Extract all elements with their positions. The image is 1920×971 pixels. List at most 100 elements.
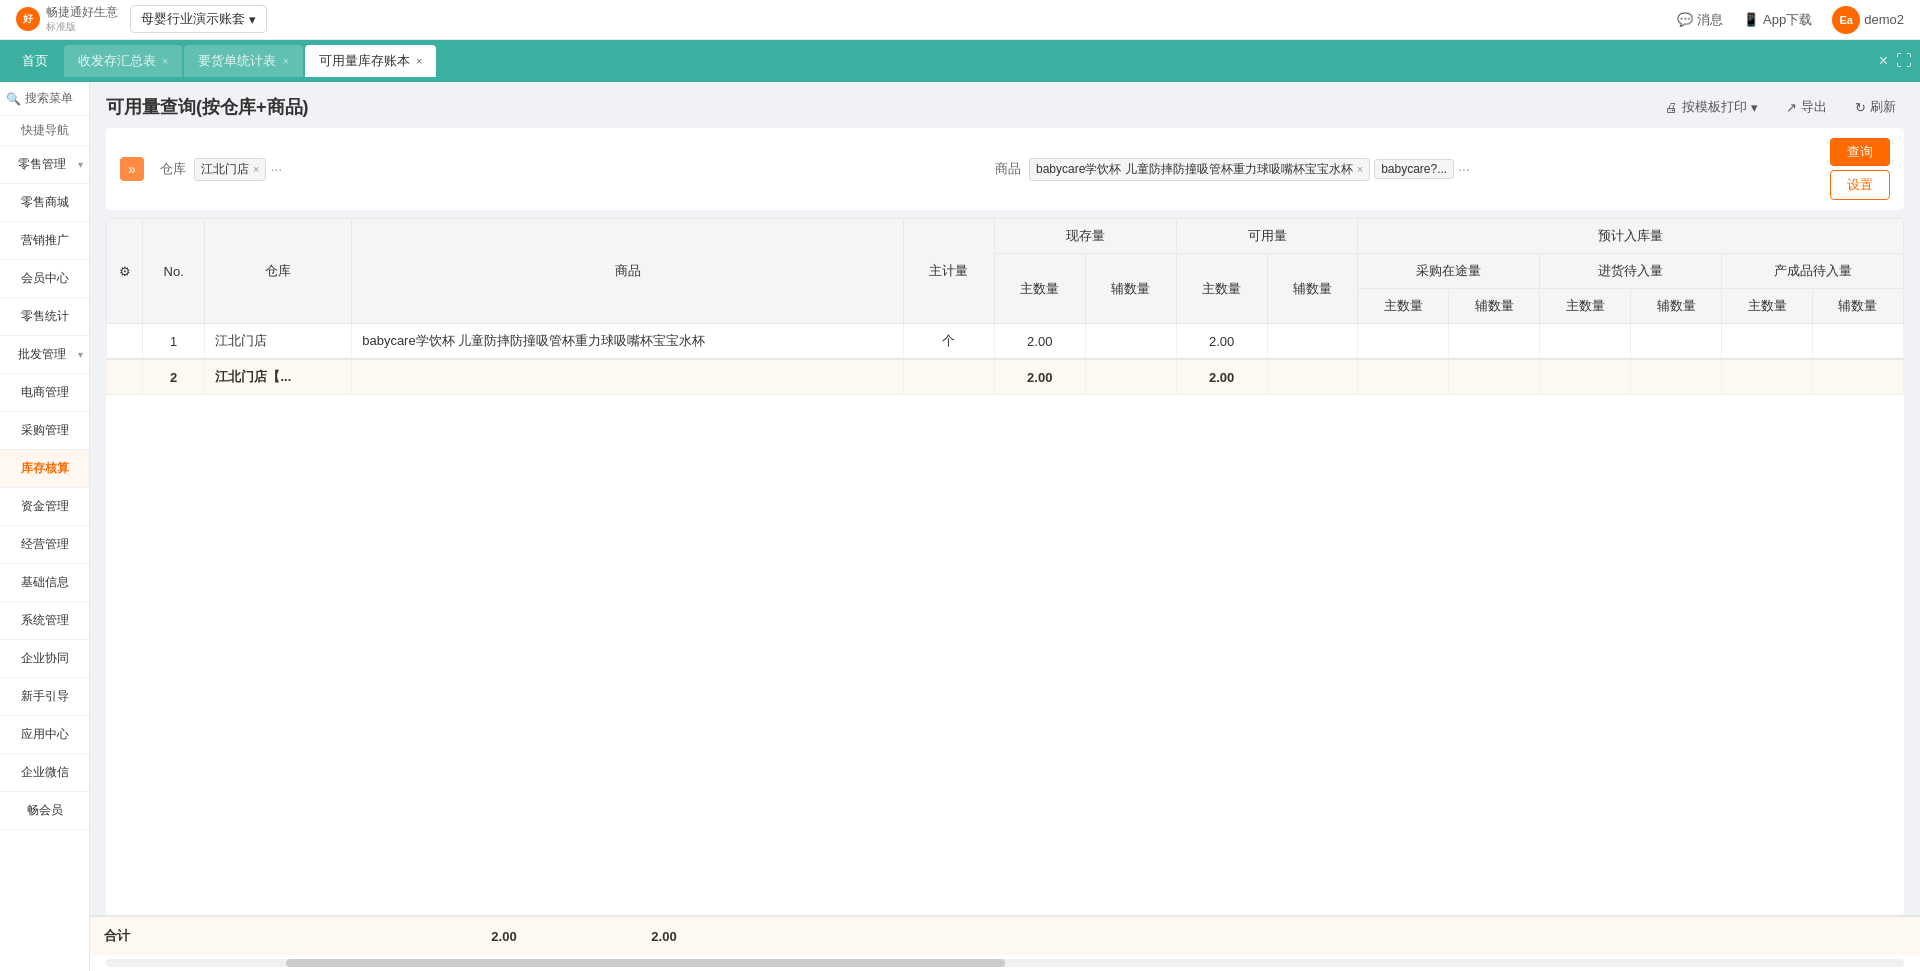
sidebar-item-ecommerce[interactable]: 电商管理 xyxy=(0,374,89,412)
app-download-label: App下载 xyxy=(1763,11,1812,29)
quick-nav-label: 快捷导航 xyxy=(21,123,69,137)
avatar-text: Ea xyxy=(1840,14,1853,26)
query-button[interactable]: 查询 xyxy=(1830,138,1890,166)
sidebar-item-corp-wechat[interactable]: 企业微信 xyxy=(0,754,89,792)
refresh-label: 刷新 xyxy=(1870,98,1896,116)
col-warehouse: 仓库 xyxy=(205,219,352,324)
cell-stock-aux xyxy=(1085,324,1176,360)
sidebar-item-vip[interactable]: 畅会员 xyxy=(0,792,89,830)
sidebar-item-finance-label: 资金管理 xyxy=(6,498,83,515)
content-area: 可用量查询(按仓库+商品) 🖨 按模板打印 ▾ ↗ 导出 ↻ 刷新 » xyxy=(90,82,1920,971)
tab-available-stock[interactable]: 可用量库存账本 × xyxy=(305,45,436,77)
col-product: 商品 xyxy=(352,219,904,324)
sidebar-quick-nav[interactable]: 快捷导航 xyxy=(0,116,89,146)
col-settings[interactable]: ⚙ xyxy=(107,219,143,324)
cell-no-2: 2 xyxy=(143,359,205,395)
col-prod-main: 主数量 xyxy=(1722,289,1813,324)
message-label: 消息 xyxy=(1697,11,1723,29)
sidebar-item-basic-info-label: 基础信息 xyxy=(6,574,83,591)
sidebar-item-ecommerce-label: 电商管理 xyxy=(6,384,83,401)
col-forecast-inbound: 预计入库量 xyxy=(1358,219,1904,254)
warehouse-tag[interactable]: 江北门店 × xyxy=(194,158,266,181)
product-filter-more[interactable]: ··· xyxy=(1458,161,1470,177)
sidebar-item-retail-mall[interactable]: 零售商城 xyxy=(0,184,89,222)
sidebar-item-operations[interactable]: 经营管理 xyxy=(0,526,89,564)
logo-icon: 好 xyxy=(16,7,40,31)
col-incoming-aux: 辅数量 xyxy=(1631,289,1722,324)
app-download-btn[interactable]: 📱 App下载 xyxy=(1743,11,1812,29)
sidebar-item-new-guide[interactable]: 新手引导 xyxy=(0,678,89,716)
horizontal-scrollbar[interactable] xyxy=(106,959,1904,967)
table-row: 1 江北门店 babycare学饮杯 儿童防摔防撞吸管杯重力球吸嘴杯宝宝水杯 个… xyxy=(107,324,1904,360)
product-filter-tags: babycare学饮杯 儿童防摔防撞吸管杯重力球吸嘴杯宝宝水杯 × babyca… xyxy=(1029,158,1814,181)
cell-unit-2 xyxy=(903,359,994,395)
template-print-btn[interactable]: 🖨 按模板打印 ▾ xyxy=(1657,94,1766,120)
product-tag-1-close[interactable]: × xyxy=(1357,163,1363,175)
cell-purchase-main xyxy=(1358,324,1449,360)
sidebar-search[interactable]: 🔍 搜索菜单 xyxy=(0,82,89,116)
tab-order-stats-close[interactable]: × xyxy=(282,55,288,67)
warehouse-tag-close[interactable]: × xyxy=(253,163,259,175)
sidebar-item-retail-mall-label: 零售商城 xyxy=(6,194,83,211)
user-profile[interactable]: Ea demo2 xyxy=(1832,6,1904,34)
col-production-pending: 产成品待入量 xyxy=(1722,254,1904,289)
product-tag-1[interactable]: babycare学饮杯 儿童防摔防撞吸管杯重力球吸嘴杯宝宝水杯 × xyxy=(1029,158,1370,181)
settings-button[interactable]: 设置 xyxy=(1830,170,1890,200)
sidebar-item-member-label: 会员中心 xyxy=(6,270,83,287)
sidebar-item-basic-info[interactable]: 基础信息 xyxy=(0,564,89,602)
chevron-down-icon: ▾ xyxy=(78,159,83,170)
filter-area: » 仓库 江北门店 × ··· 商品 babycare学饮杯 儿童防摔防撞吸管杯… xyxy=(106,128,1904,210)
product-tag-2[interactable]: babycare?... xyxy=(1374,159,1454,179)
col-avail-main: 主数量 xyxy=(1176,254,1267,324)
search-icon: 🔍 xyxy=(6,92,21,106)
page-title: 可用量查询(按仓库+商品) xyxy=(106,95,309,119)
sidebar-item-finance[interactable]: 资金管理 xyxy=(0,488,89,526)
sidebar-item-wholesale[interactable]: 批发管理 ▾ xyxy=(0,336,89,374)
tab-available-stock-close[interactable]: × xyxy=(416,55,422,67)
cell-stock-main-2: 2.00 xyxy=(994,359,1085,395)
sidebar-item-retail-stats[interactable]: 零售统计 xyxy=(0,298,89,336)
top-bar: 好 畅捷通好生意 标准版 母婴行业演示账套 ▾ 💬 消息 📱 App下载 Ea … xyxy=(0,0,1920,40)
sidebar-item-wholesale-label: 批发管理 xyxy=(6,346,78,363)
filter-toggle-btn[interactable]: » xyxy=(120,157,144,181)
footer-stock-main: 2.00 xyxy=(464,929,544,944)
col-current-stock: 现存量 xyxy=(994,219,1176,254)
sidebar-item-inventory[interactable]: 库存核算 xyxy=(0,450,89,488)
page-header: 可用量查询(按仓库+商品) 🖨 按模板打印 ▾ ↗ 导出 ↻ 刷新 xyxy=(90,82,1920,128)
warehouse-filter-label: 仓库 xyxy=(160,160,186,178)
sidebar-item-retail-mgmt[interactable]: 零售管理 ▾ xyxy=(0,146,89,184)
tenant-selector[interactable]: 母婴行业演示账套 ▾ xyxy=(130,5,267,33)
cell-avail-main: 2.00 xyxy=(1176,324,1267,360)
cell-avail-aux-2 xyxy=(1267,359,1358,395)
col-purchase-main: 主数量 xyxy=(1358,289,1449,324)
sidebar-item-sys-mgmt[interactable]: 系统管理 xyxy=(0,602,89,640)
refresh-btn[interactable]: ↻ 刷新 xyxy=(1847,94,1904,120)
data-table: ⚙ No. 仓库 商品 主计量 现存量 可用量 预计入库量 主数量 辅数量 主数… xyxy=(106,218,1904,395)
logo-sub: 标准版 xyxy=(46,20,118,34)
sidebar-item-app-center[interactable]: 应用中心 xyxy=(0,716,89,754)
sidebar-item-member[interactable]: 会员中心 xyxy=(0,260,89,298)
tab-recv-send[interactable]: 收发存汇总表 × xyxy=(64,45,182,77)
print-icon: 🖨 xyxy=(1665,100,1678,115)
export-btn[interactable]: ↗ 导出 xyxy=(1778,94,1835,120)
tab-order-stats[interactable]: 要货单统计表 × xyxy=(184,45,302,77)
sidebar-item-purchase[interactable]: 采购管理 xyxy=(0,412,89,450)
footer-stock-aux xyxy=(544,929,624,944)
message-btn[interactable]: 💬 消息 xyxy=(1677,11,1723,29)
sidebar-item-vip-label: 畅会员 xyxy=(6,802,83,819)
col-no: No. xyxy=(143,219,205,324)
tab-fullscreen-btn[interactable]: ⛶ xyxy=(1896,52,1912,70)
sidebar-item-corp-collab[interactable]: 企业协同 xyxy=(0,640,89,678)
table-footer: 合计 2.00 2.00 xyxy=(90,915,1920,955)
chevron-down-icon: ▾ xyxy=(78,349,83,360)
warehouse-filter-more[interactable]: ··· xyxy=(270,161,282,177)
cell-avail-main-2: 2.00 xyxy=(1176,359,1267,395)
tab-recv-send-close[interactable]: × xyxy=(162,55,168,67)
sidebar-item-marketing[interactable]: 营销推广 xyxy=(0,222,89,260)
tab-order-stats-label: 要货单统计表 xyxy=(198,52,276,70)
logo-text-block: 畅捷通好生意 标准版 xyxy=(46,5,118,33)
tab-home[interactable]: 首页 xyxy=(8,45,62,77)
col-prod-aux: 辅数量 xyxy=(1812,289,1903,324)
table-row-subtotal: 2 江北门店【... 2.00 2.00 xyxy=(107,359,1904,395)
tab-close-all-btn[interactable]: × xyxy=(1879,52,1888,70)
